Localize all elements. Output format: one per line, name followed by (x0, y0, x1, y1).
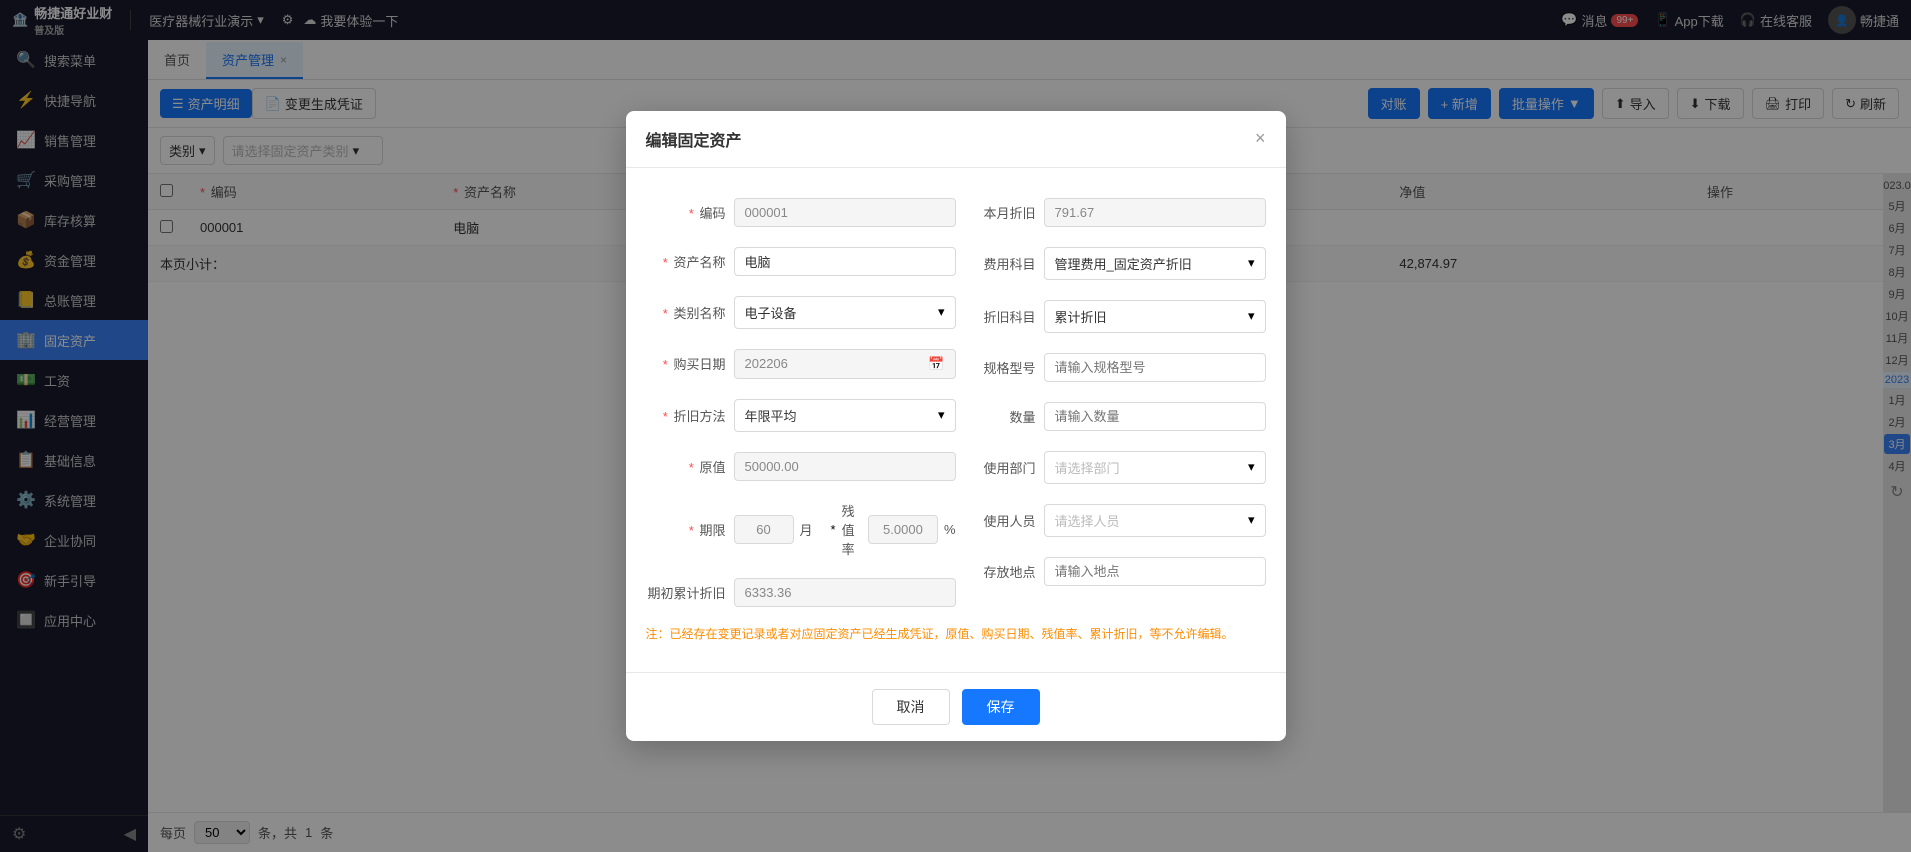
form-row-quantity: 数量 (956, 392, 1266, 441)
use-dept-placeholder: 请选择部门 (1055, 458, 1244, 477)
form-row-model: 规格型号 (956, 343, 1266, 392)
use-person-dropdown-icon: ▾ (1248, 512, 1255, 528)
use-person-label: 使用人员 (956, 511, 1036, 530)
original-value-label: * 原值 (646, 457, 726, 476)
depreciation-subject-select[interactable]: 累计折旧 ▾ (1044, 300, 1266, 333)
expense-subject-dropdown-icon: ▾ (1248, 255, 1255, 271)
form-row-code: * 编码 (646, 188, 956, 237)
form-row-depreciation-method: * 折旧方法 年限平均 ▾ (646, 389, 956, 442)
edit-fixed-asset-dialog: 编辑固定资产 × * 编码 (626, 111, 1286, 741)
expense-subject-value: 管理费用_固定资产折旧 (1055, 254, 1244, 273)
dialog-title: 编辑固定资产 (646, 127, 742, 151)
dialog-overlay: 编辑固定资产 × * 编码 (0, 0, 1911, 852)
form-row-expense-subject: 费用科目 管理费用_固定资产折旧 ▾ (956, 237, 1266, 290)
period-label: * 期限 (646, 520, 726, 539)
residual-rate-label: 残值率 (842, 501, 862, 558)
form-row-use-person: 使用人员 请选择人员 ▾ (956, 494, 1266, 547)
original-value-input[interactable] (734, 452, 956, 481)
depreciation-method-label: * 折旧方法 (646, 406, 726, 425)
purchase-date-label: * 购买日期 (646, 354, 726, 373)
form-row-storage: 存放地点 (956, 547, 1266, 596)
dialog-footer: 取消 保存 (626, 672, 1286, 741)
depreciation-method-dropdown-icon: ▾ (938, 407, 945, 423)
form-row-category: * 类别名称 电子设备 ▾ (646, 286, 956, 339)
form-grid: * 编码 * 资产名称 (646, 188, 1266, 617)
dialog-header: 编辑固定资产 × (626, 111, 1286, 168)
form-row-original-value: * 原值 (646, 442, 956, 491)
category-name-value: 电子设备 (745, 303, 934, 322)
period-input[interactable] (734, 515, 794, 544)
depreciation-method-value: 年限平均 (745, 406, 934, 425)
use-person-placeholder: 请选择人员 (1055, 511, 1244, 530)
category-name-select[interactable]: 电子设备 ▾ (734, 296, 956, 329)
form-row-asset-name: * 资产名称 (646, 237, 956, 286)
monthly-depreciation-label: 本月折旧 (956, 203, 1036, 222)
dialog-body: * 编码 * 资产名称 (626, 168, 1286, 672)
depreciation-method-select[interactable]: 年限平均 ▾ (734, 399, 956, 432)
code-label: * 编码 (646, 203, 726, 222)
model-label: 规格型号 (956, 358, 1036, 377)
storage-label: 存放地点 (956, 562, 1036, 581)
dialog-note: 注：已经存在变更记录或者对应固定资产已经生成凭证，原值、购买日期、残值率、累计折… (646, 617, 1266, 652)
residual-rate-unit: % (944, 522, 956, 537)
form-right-col: 本月折旧 费用科目 管理费用_固定资产折旧 ▾ (956, 188, 1266, 617)
expense-subject-label: 费用科目 (956, 254, 1036, 273)
form-left-col: * 编码 * 资产名称 (646, 188, 956, 617)
cancel-button[interactable]: 取消 (872, 689, 950, 725)
residual-rate-input[interactable] (868, 515, 938, 544)
form-row-monthly-depreciation: 本月折旧 (956, 188, 1266, 237)
model-input[interactable] (1044, 353, 1266, 382)
use-dept-select[interactable]: 请选择部门 ▾ (1044, 451, 1266, 484)
depreciation-subject-dropdown-icon: ▾ (1248, 308, 1255, 324)
calendar-icon[interactable]: 📅 (928, 356, 944, 372)
quantity-label: 数量 (956, 407, 1036, 426)
form-row-purchase-date: * 购买日期 202206 📅 (646, 339, 956, 389)
form-row-use-dept: 使用部门 请选择部门 ▾ (956, 441, 1266, 494)
storage-input[interactable] (1044, 557, 1266, 586)
initial-depreciation-label: 期初累计折旧 (646, 583, 726, 602)
initial-depreciation-input[interactable] (734, 578, 956, 607)
category-name-label: * 类别名称 (646, 303, 726, 322)
expense-subject-select[interactable]: 管理费用_固定资产折旧 ▾ (1044, 247, 1266, 280)
use-dept-dropdown-icon: ▾ (1248, 459, 1255, 475)
asset-name-label: * 资产名称 (646, 252, 726, 271)
depreciation-subject-label: 折旧科目 (956, 307, 1036, 326)
code-input[interactable] (734, 198, 956, 227)
monthly-depreciation-input (1044, 198, 1266, 227)
form-row-initial-depreciation: 期初累计折旧 (646, 568, 956, 617)
use-dept-label: 使用部门 (956, 458, 1036, 477)
save-button[interactable]: 保存 (962, 689, 1040, 725)
period-group: 月 * 残值率 % (734, 501, 956, 558)
form-row-depreciation-subject: 折旧科目 累计折旧 ▾ (956, 290, 1266, 343)
dialog-close-icon[interactable]: × (1255, 128, 1266, 149)
period-unit: 月 (800, 520, 813, 539)
use-person-select[interactable]: 请选择人员 ▾ (1044, 504, 1266, 537)
category-dropdown-icon: ▾ (938, 304, 945, 320)
depreciation-subject-value: 累计折旧 (1055, 307, 1244, 326)
purchase-date-value: 202206 (745, 356, 929, 371)
asset-name-input[interactable] (734, 247, 956, 276)
quantity-input[interactable] (1044, 402, 1266, 431)
form-row-period: * 期限 月 * 残值率 % (646, 491, 956, 568)
